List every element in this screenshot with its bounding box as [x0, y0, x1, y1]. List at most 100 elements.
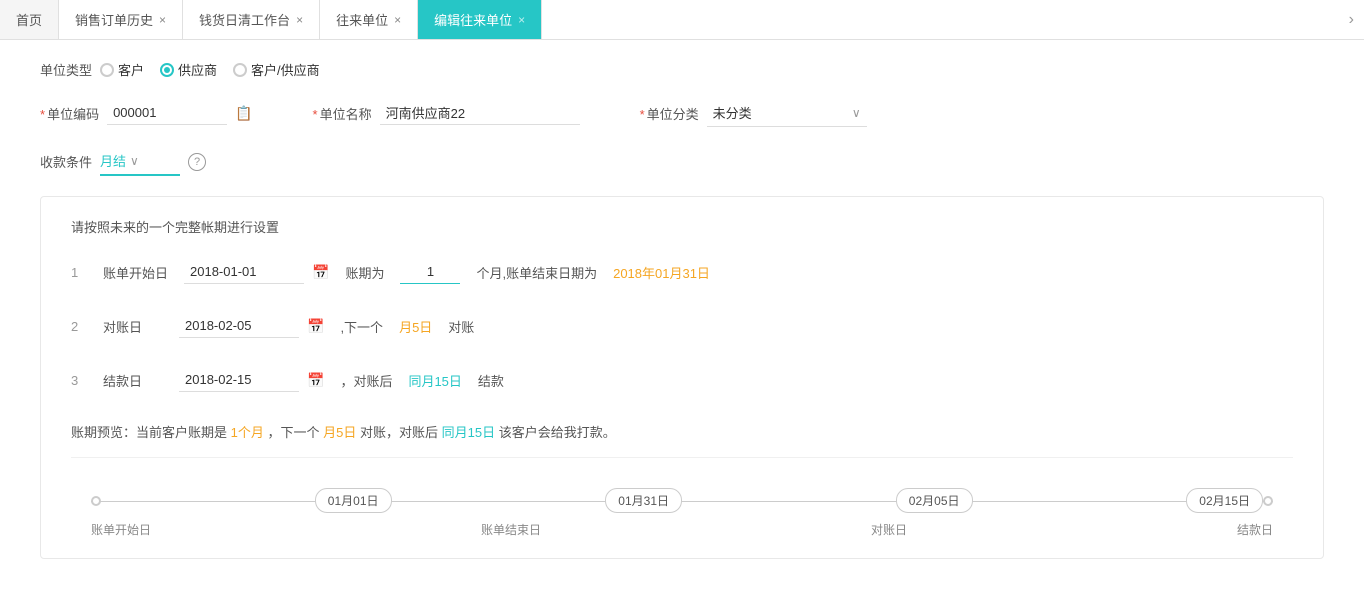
timeline-label-3: 结款日 [1237, 523, 1273, 537]
summary-suffix: 该客户会给我打款。 [499, 425, 616, 440]
setting-row-3: 3 结款日 📅 ，对账后 同月15日 结款 [71, 368, 1293, 392]
row-3-label: 结款日 [103, 371, 163, 390]
tab-bar: 首页 销售订单历史 × 钱货日清工作台 × 往来单位 × 编辑往来单位 × › [0, 0, 1364, 40]
row-3-calendar-icon[interactable]: 📅 [307, 372, 324, 389]
unit-code-label: *单位编码 [40, 104, 99, 123]
timeline-label-0: 账单开始日 [91, 523, 151, 537]
unit-details-row: *单位编码 📋 *单位名称 *单位分类 未分类 ∨ [40, 99, 1324, 127]
timeline-dot-2 [1263, 496, 1273, 506]
unit-name-field: *单位名称 [313, 101, 580, 125]
radio-supplier-label: 供应商 [178, 60, 217, 79]
row-2-date-wrapper: 📅 [179, 314, 324, 338]
radio-supplier-circle [160, 63, 174, 77]
row-3-suffix-highlight: 同月15日 [408, 371, 461, 390]
tab-edit-unit[interactable]: 编辑往来单位 × [418, 0, 542, 39]
settings-card: 请按照未来的一个完整帐期进行设置 1 账单开始日 📅 账期为 个月,账单结束日期… [40, 196, 1324, 559]
payment-condition-arrow: ∨ [130, 154, 139, 168]
tab-cash-work-close[interactable]: × [296, 13, 303, 27]
row-1-period-input[interactable] [400, 260, 460, 284]
row-1-mid-text: 账期为 [345, 263, 384, 282]
tab-more-button[interactable]: › [1339, 0, 1364, 39]
timeline-node-6 [1263, 496, 1273, 506]
timeline-node-1 [91, 496, 101, 506]
timeline-label-2-wrapper: 对账日 [871, 521, 907, 538]
tab-cash-work[interactable]: 钱货日清工作台 × [183, 0, 320, 39]
timeline-badge-1: 01月01日 [315, 488, 392, 513]
unit-category-select[interactable]: 未分类 ∨ [707, 99, 867, 127]
payment-condition-field: 收款条件 月结 ∨ ? [40, 147, 206, 176]
row-1-calendar-icon[interactable]: 📅 [312, 264, 329, 281]
row-3-suffix-end: 结款 [478, 371, 504, 390]
tab-home-label: 首页 [16, 10, 42, 29]
timeline-badge-4: 02月15日 [1186, 488, 1263, 513]
timeline-badge-2: 01月31日 [605, 488, 682, 513]
row-2-suffix-end: 对账 [448, 317, 474, 336]
row-1-date-input[interactable] [184, 260, 304, 284]
timeline-label-3-wrapper: 结款日 [1237, 521, 1273, 538]
summary-mid1: ，下一个 [268, 425, 320, 440]
row-3-date-input[interactable] [179, 368, 299, 392]
row-2-suffix-prefix: ,下一个 [340, 317, 383, 336]
timeline-dot-1 [91, 496, 101, 506]
timeline-label-2: 对账日 [871, 523, 907, 537]
unit-name-label: *单位名称 [313, 104, 372, 123]
summary-part3: 同月15日 [442, 425, 495, 440]
timeline-labels: 账单开始日 账单结束日 对账日 结款日 [71, 513, 1293, 538]
radio-both-circle [233, 63, 247, 77]
timeline-node-2: 01月01日 [315, 488, 392, 513]
tab-partner-unit[interactable]: 往来单位 × [320, 0, 418, 39]
unit-type-radio-group: 客户 供应商 客户/供应商 [100, 60, 320, 79]
tab-edit-unit-label: 编辑往来单位 [434, 10, 512, 29]
row-1-label: 账单开始日 [103, 263, 168, 282]
radio-customer-label: 客户 [118, 60, 144, 79]
row-2-calendar-icon[interactable]: 📅 [307, 318, 324, 335]
radio-both[interactable]: 客户/供应商 [233, 60, 320, 79]
unit-name-input[interactable] [380, 101, 580, 125]
payment-condition-select[interactable]: 月结 ∨ [100, 147, 180, 176]
unit-category-label: *单位分类 [640, 104, 699, 123]
row-3-suffix-prefix: ，对账后 [340, 371, 392, 390]
timeline-label-1: 账单结束日 [481, 523, 541, 537]
timeline-node-3: 01月31日 [605, 488, 682, 513]
timeline-node-4: 02月05日 [896, 488, 973, 513]
summary-text: 账期预览：当前客户账期是 1个月 ，下一个 月5日 对账，对账后 同月15日 该… [71, 422, 1293, 458]
timeline-node-5: 02月15日 [1186, 488, 1263, 513]
payment-condition-value: 月结 [100, 151, 126, 170]
timeline-track: 01月01日 01月31日 02月05日 02月15日 [71, 488, 1293, 513]
tab-sales-history-close[interactable]: × [159, 13, 166, 27]
unit-type-label: 单位类型 [40, 60, 92, 79]
tab-partner-unit-close[interactable]: × [394, 13, 401, 27]
timeline-section: 01月01日 01月31日 02月05日 02月15日 [71, 478, 1293, 538]
radio-supplier[interactable]: 供应商 [160, 60, 217, 79]
row-2-date-input[interactable] [179, 314, 299, 338]
tab-home[interactable]: 首页 [0, 0, 59, 39]
row-1-date-wrapper: 📅 [184, 260, 329, 284]
unit-code-copy-icon[interactable]: 📋 [235, 105, 252, 122]
setting-row-1: 1 账单开始日 📅 账期为 个月,账单结束日期为 2018年01月31日 [71, 260, 1293, 284]
setting-row-2: 2 对账日 📅 ,下一个 月5日 对账 [71, 314, 1293, 338]
tab-cash-work-label: 钱货日清工作台 [199, 10, 290, 29]
unit-category-dropdown-arrow: ∨ [852, 106, 861, 120]
row-3-date-wrapper: 📅 [179, 368, 324, 392]
row-1-num: 1 [71, 265, 87, 280]
unit-type-row: 单位类型 客户 供应商 客户/供应商 [40, 60, 1324, 79]
help-icon[interactable]: ? [188, 153, 206, 171]
row-2-num: 2 [71, 319, 87, 334]
tab-sales-history[interactable]: 销售订单历史 × [59, 0, 183, 39]
unit-category-field: *单位分类 未分类 ∨ [640, 99, 867, 127]
tab-edit-unit-close[interactable]: × [518, 13, 525, 27]
row-1-end-date: 2018年01月31日 [613, 263, 710, 282]
payment-condition-row: 收款条件 月结 ∨ ? [40, 147, 1324, 176]
summary-mid2: 对账，对账后 [360, 425, 438, 440]
tab-partner-unit-label: 往来单位 [336, 10, 388, 29]
timeline-line [91, 501, 1273, 502]
radio-customer[interactable]: 客户 [100, 60, 144, 79]
row-2-suffix-highlight: 月5日 [399, 317, 432, 336]
timeline-badge-3: 02月05日 [896, 488, 973, 513]
summary-prefix: 账期预览：当前客户账期是 [71, 425, 227, 440]
summary-part2: 月5日 [323, 425, 356, 440]
radio-customer-circle [100, 63, 114, 77]
timeline-label-0-wrapper: 账单开始日 [91, 521, 151, 538]
radio-both-label: 客户/供应商 [251, 60, 320, 79]
unit-code-input[interactable] [107, 101, 227, 125]
